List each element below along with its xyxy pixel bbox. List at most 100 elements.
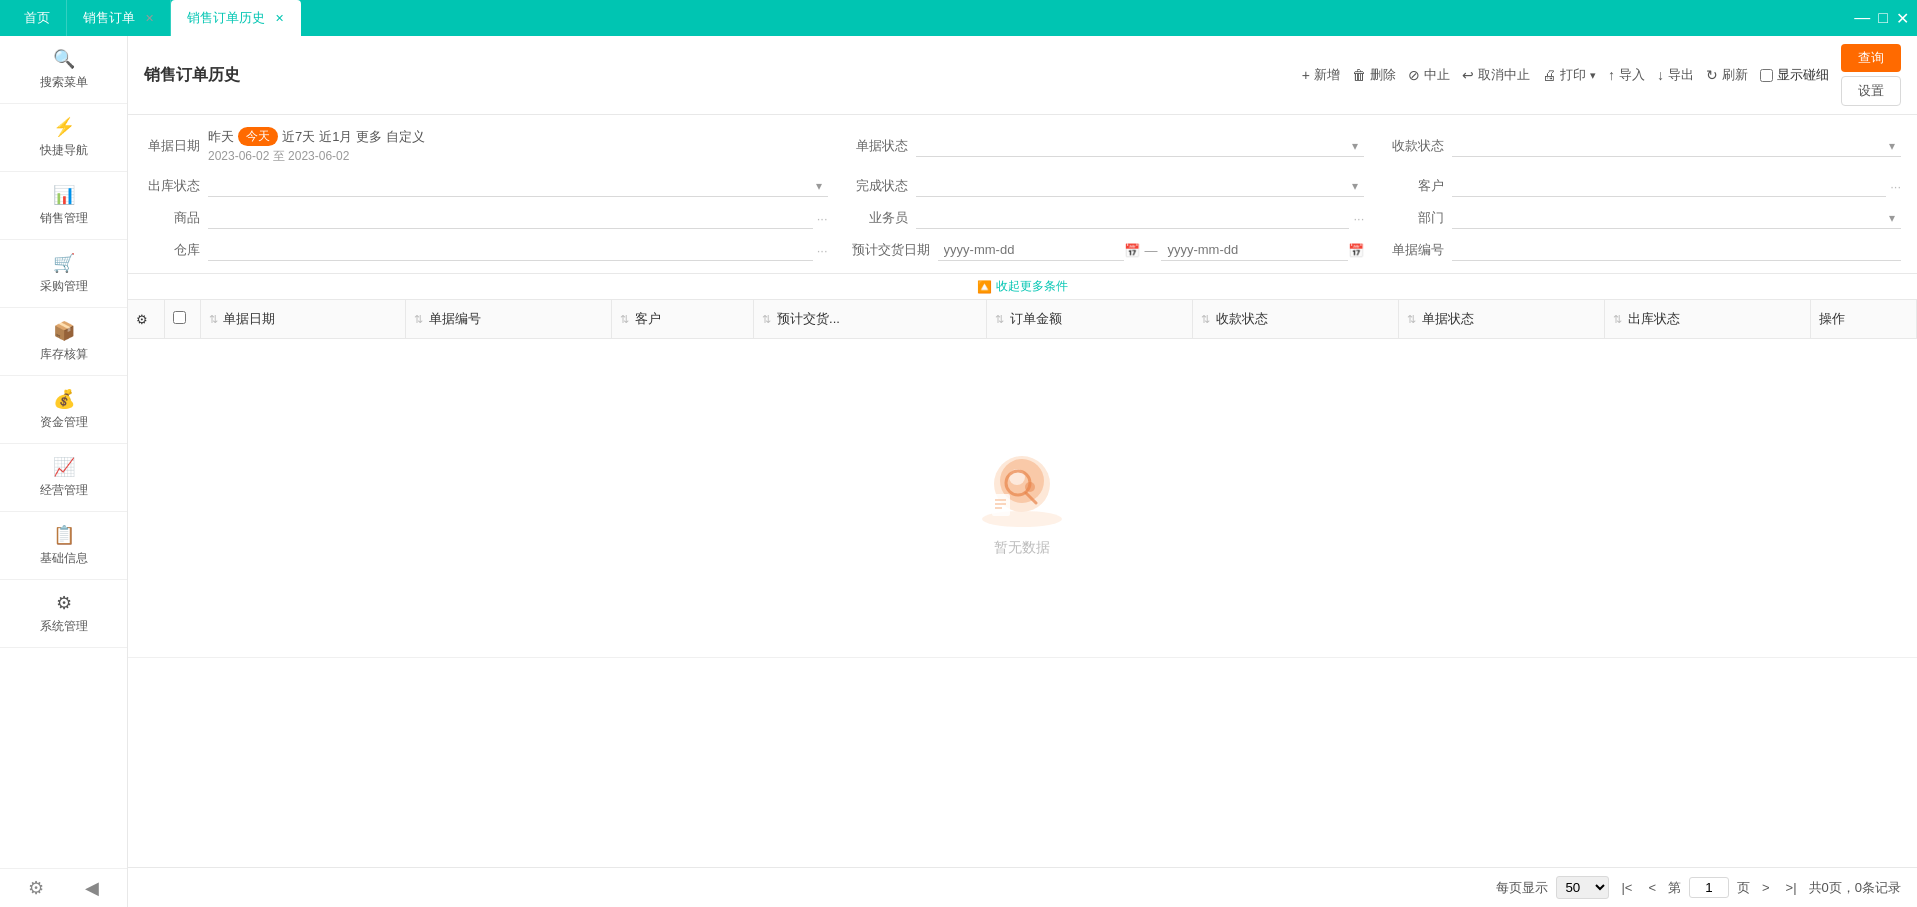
delivery-start-input[interactable] bbox=[938, 239, 1125, 261]
customer-more-icon[interactable]: ··· bbox=[1890, 179, 1901, 194]
warehouse-more-icon[interactable]: ··· bbox=[817, 243, 828, 258]
select-all-checkbox[interactable] bbox=[173, 311, 186, 324]
home-tab-label: 首页 bbox=[24, 9, 50, 27]
add-button[interactable]: + 新增 bbox=[1302, 66, 1340, 84]
set-button[interactable]: 设置 bbox=[1841, 76, 1901, 106]
sales-order-history-tab-label: 销售订单历史 bbox=[187, 9, 265, 27]
salesman-more-icon[interactable]: ··· bbox=[1353, 211, 1364, 226]
collapse-more-conditions[interactable]: 🔼 收起更多条件 bbox=[128, 274, 1917, 300]
table-checkbox-col[interactable] bbox=[164, 300, 200, 339]
calendar-end-icon[interactable]: 📅 bbox=[1348, 243, 1364, 258]
display-cols-checkbox[interactable] bbox=[1760, 69, 1773, 82]
page-number-input[interactable] bbox=[1689, 877, 1729, 898]
sidebar-item-quick-nav[interactable]: ⚡ 快捷导航 bbox=[0, 104, 127, 172]
system-icon: ⚙ bbox=[56, 592, 72, 614]
delivery-end-input[interactable] bbox=[1161, 239, 1348, 261]
collapse-sidebar-icon[interactable]: ◀ bbox=[85, 877, 99, 899]
col-delivery-sort-icon: ⇅ bbox=[762, 313, 771, 325]
complete-select[interactable]: ▾ bbox=[916, 176, 1365, 197]
query-button[interactable]: 查询 bbox=[1841, 44, 1901, 72]
first-page-button[interactable]: |< bbox=[1617, 878, 1636, 897]
sales-order-tab-label: 销售订单 bbox=[83, 9, 135, 27]
tab-home[interactable]: 首页 bbox=[8, 0, 67, 36]
date-7days[interactable]: 近7天 bbox=[282, 128, 315, 146]
import-button[interactable]: ↑ 导入 bbox=[1608, 66, 1645, 84]
filter-row-4: 仓库 ··· 预计交货日期 📅 — 📅 单据编号 bbox=[144, 239, 1901, 261]
sidebar-label-finance: 资金管理 bbox=[40, 414, 88, 431]
col-date-label: 单据日期 bbox=[223, 311, 275, 326]
col-order-no[interactable]: ⇅ 单据编号 bbox=[406, 300, 612, 339]
date-custom[interactable]: 自定义 bbox=[386, 128, 425, 146]
close-sales-order-tab[interactable]: ✕ bbox=[145, 12, 154, 25]
refresh-button[interactable]: ↻ 刷新 bbox=[1706, 66, 1748, 84]
close-icon[interactable]: ✕ bbox=[1896, 9, 1909, 28]
payment-status-label: 收款状态 bbox=[1388, 137, 1444, 155]
last-page-button[interactable]: >| bbox=[1782, 878, 1801, 897]
stop-button[interactable]: ⊘ 中止 bbox=[1408, 66, 1450, 84]
col-payment-status[interactable]: ⇅ 收款状态 bbox=[1193, 300, 1399, 339]
date-1month[interactable]: 近1月 bbox=[319, 128, 352, 146]
date-filter: 单据日期 昨天 今天 近7天 近1月 更多 自定义 2023-06-02 至 2… bbox=[144, 127, 828, 165]
complete-status-filter: 完成状态 ▾ bbox=[852, 176, 1365, 197]
export-button[interactable]: ↓ 导出 bbox=[1657, 66, 1694, 84]
sidebar-item-search[interactable]: 🔍 搜索菜单 bbox=[0, 36, 127, 104]
sidebar-item-purchase[interactable]: 🛒 采购管理 bbox=[0, 240, 127, 308]
close-sales-order-history-tab[interactable]: ✕ bbox=[275, 12, 284, 25]
sidebar-item-inventory[interactable]: 📦 库存核算 bbox=[0, 308, 127, 376]
date-more[interactable]: 更多 bbox=[356, 128, 382, 146]
goods-input[interactable] bbox=[208, 207, 813, 229]
outbound-select[interactable]: ▾ bbox=[208, 176, 828, 197]
empty-text: 暂无数据 bbox=[994, 539, 1050, 557]
col-outbound-status[interactable]: ⇅ 出库状态 bbox=[1605, 300, 1811, 339]
col-amount-label: 订单金额 bbox=[1010, 311, 1062, 326]
delete-button[interactable]: 🗑 删除 bbox=[1352, 66, 1396, 84]
table-body: 暂无数据 bbox=[128, 339, 1917, 658]
col-payment-label: 收款状态 bbox=[1216, 311, 1268, 326]
date-today-active[interactable]: 今天 bbox=[238, 127, 278, 146]
next-page-button[interactable]: > bbox=[1758, 878, 1774, 897]
refresh-icon: ↻ bbox=[1706, 67, 1718, 83]
sidebar-item-system[interactable]: ⚙ 系统管理 bbox=[0, 580, 127, 648]
date-range-display: 2023-06-02 至 2023-06-02 bbox=[208, 148, 828, 165]
export-label: 导出 bbox=[1668, 66, 1694, 84]
sidebar-label-purchase: 采购管理 bbox=[40, 278, 88, 295]
col-order-status[interactable]: ⇅ 单据状态 bbox=[1399, 300, 1605, 339]
import-label: 导入 bbox=[1619, 66, 1645, 84]
customer-input[interactable] bbox=[1452, 175, 1886, 197]
sales-icon: 📊 bbox=[53, 184, 75, 206]
display-cols-toggle[interactable]: 显示碰细 bbox=[1760, 66, 1829, 84]
salesman-input[interactable] bbox=[916, 207, 1350, 229]
table-settings-col[interactable]: ⚙ bbox=[128, 300, 164, 339]
filter-area: 单据日期 昨天 今天 近7天 近1月 更多 自定义 2023-06-02 至 2… bbox=[128, 115, 1917, 274]
stop-icon: ⊘ bbox=[1408, 67, 1420, 83]
cancel-stop-button[interactable]: ↩ 取消中止 bbox=[1462, 66, 1530, 84]
order-no-filter: 单据编号 bbox=[1388, 239, 1901, 261]
sidebar-item-finance[interactable]: 💰 资金管理 bbox=[0, 376, 127, 444]
payment-status-select[interactable]: ▾ bbox=[1452, 136, 1901, 157]
date-yesterday[interactable]: 昨天 bbox=[208, 128, 234, 146]
warehouse-input[interactable] bbox=[208, 239, 813, 261]
col-delivery[interactable]: ⇅ 预计交货... bbox=[754, 300, 987, 339]
settings-bottom-icon[interactable]: ⚙ bbox=[28, 877, 44, 899]
order-status-select[interactable]: ▾ bbox=[916, 136, 1365, 157]
order-no-input[interactable] bbox=[1452, 239, 1901, 261]
tab-sales-order[interactable]: 销售订单 ✕ bbox=[67, 0, 171, 36]
sidebar-item-management[interactable]: 📈 经营管理 bbox=[0, 444, 127, 512]
col-amount[interactable]: ⇅ 订单金额 bbox=[987, 300, 1193, 339]
col-date[interactable]: ⇅ 单据日期 bbox=[200, 300, 406, 339]
sidebar-item-basic-info[interactable]: 📋 基础信息 bbox=[0, 512, 127, 580]
goods-more-icon[interactable]: ··· bbox=[817, 211, 828, 226]
minimize-icon[interactable]: — bbox=[1854, 9, 1870, 28]
col-customer[interactable]: ⇅ 客户 bbox=[612, 300, 754, 339]
per-page-select[interactable]: 10 20 50 100 bbox=[1556, 876, 1609, 899]
dept-select[interactable]: ▾ bbox=[1452, 208, 1901, 229]
calendar-start-icon[interactable]: 📅 bbox=[1124, 243, 1140, 258]
tab-sales-order-history[interactable]: 销售订单历史 ✕ bbox=[171, 0, 301, 36]
prev-page-button[interactable]: < bbox=[1644, 878, 1660, 897]
customer-label: 客户 bbox=[1388, 177, 1444, 195]
sidebar-item-sales[interactable]: 📊 销售管理 bbox=[0, 172, 127, 240]
maximize-icon[interactable]: □ bbox=[1878, 9, 1888, 28]
goods-filter: 商品 ··· bbox=[144, 207, 828, 229]
print-button[interactable]: 🖨 打印 ▾ bbox=[1542, 66, 1596, 84]
col-amount-sort-icon: ⇅ bbox=[995, 313, 1004, 325]
